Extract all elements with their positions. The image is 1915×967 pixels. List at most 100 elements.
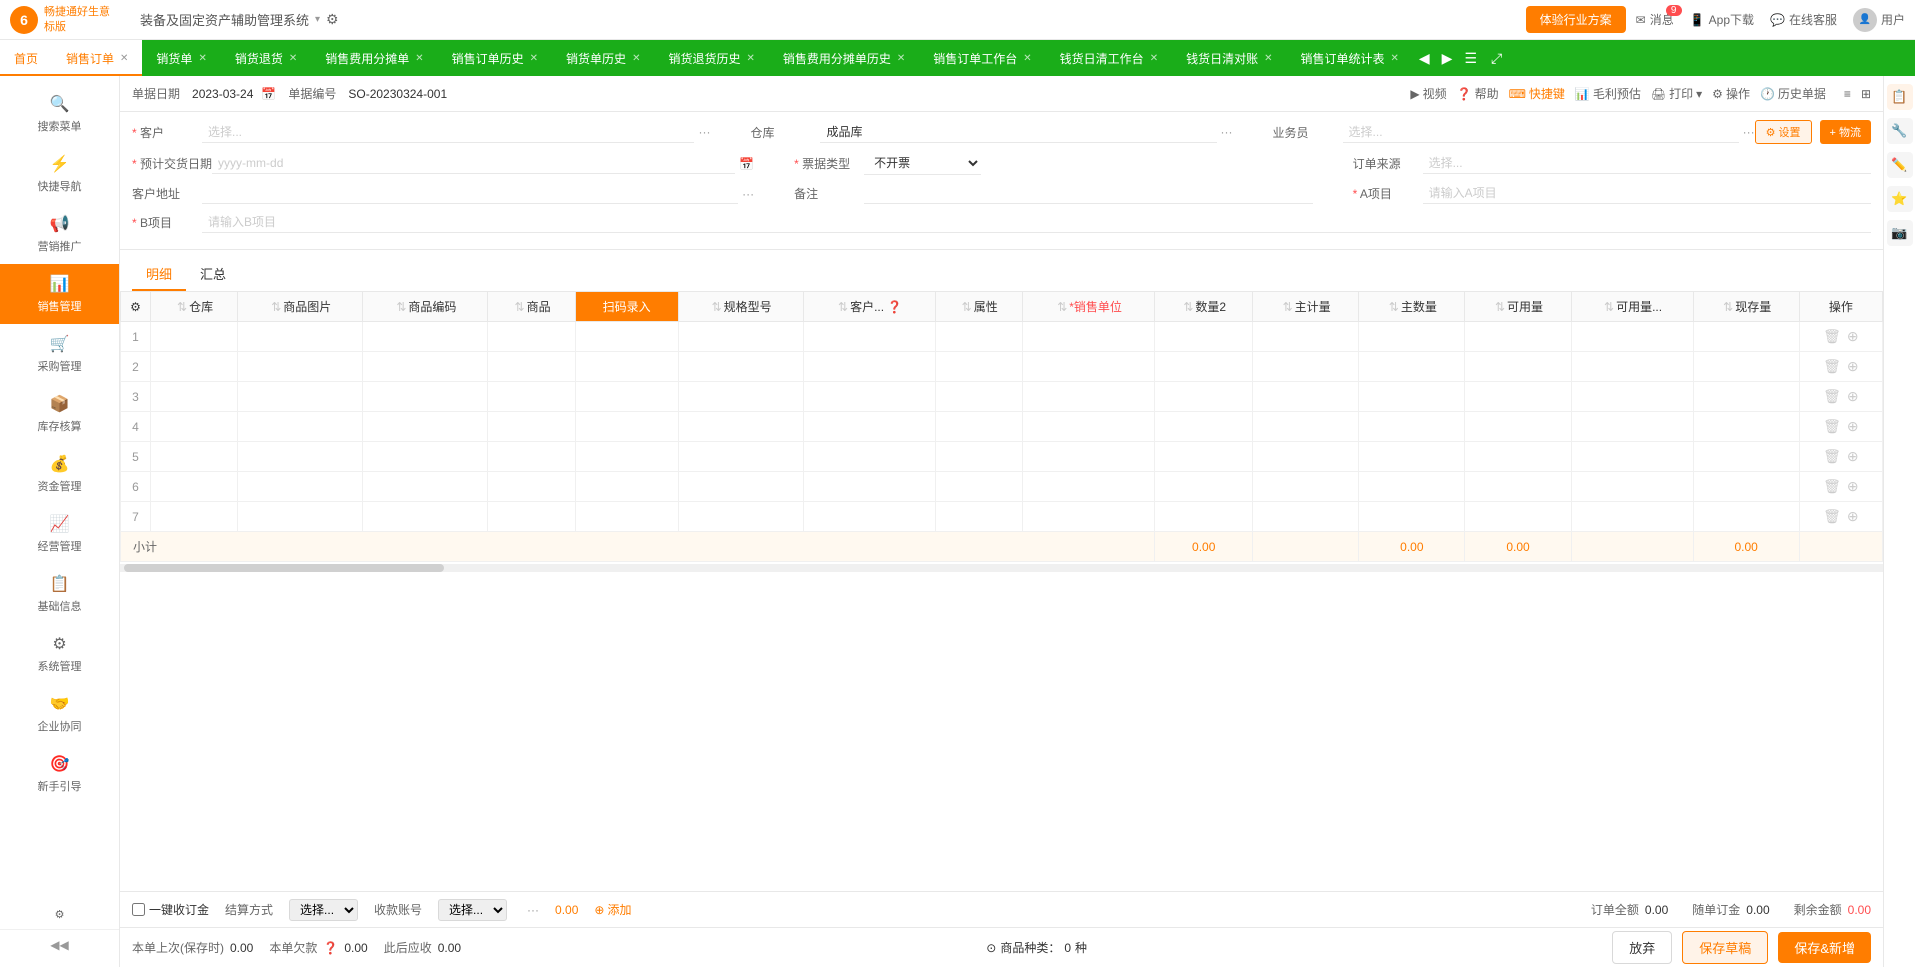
tab-ticket-history[interactable]: 销货单历史 ✕ (552, 40, 654, 76)
tab-prev-button[interactable]: ◀ (1413, 50, 1436, 67)
delete-row-icon[interactable]: 🗑 (1823, 328, 1841, 345)
save-new-button[interactable]: 保存&新增 (1778, 932, 1871, 963)
operation-button[interactable]: ⚙ 操作 (1712, 85, 1750, 102)
tab-close-icon[interactable]: ✕ (746, 53, 754, 64)
tab-close-icon[interactable]: ✕ (1264, 53, 1272, 64)
save-draft-button[interactable]: 保存草稿 (1682, 931, 1768, 964)
copy-row-icon[interactable]: ⊕ (1847, 328, 1859, 345)
settings-btn[interactable]: ⚙ 设置 (1755, 120, 1812, 144)
tab-close-icon[interactable]: ✕ (1023, 53, 1031, 64)
account-expand-icon[interactable]: ··· (527, 903, 539, 917)
tab-daily-reconcile[interactable]: 钱货日清对账 ✕ (1172, 40, 1286, 76)
copy-row-icon[interactable]: ⊕ (1847, 358, 1859, 375)
scrollbar-thumb[interactable] (124, 564, 444, 572)
tab-close-icon[interactable]: ✕ (1150, 53, 1158, 64)
address-input[interactable] (202, 183, 738, 204)
delete-row-icon[interactable]: 🗑 (1823, 508, 1841, 525)
copy-row-icon[interactable]: ⊕ (1847, 448, 1859, 465)
print-button[interactable]: 🖨 打印 ▾ (1651, 85, 1702, 102)
user-button[interactable]: 👤 用户 (1853, 8, 1905, 32)
tab-close-icon[interactable]: ✕ (897, 53, 905, 64)
invoice-select[interactable]: 不开票 增值税普通发票 增值税专用发票 (864, 152, 981, 175)
sidebar-item-marketing[interactable]: 📢 营销推广 (0, 204, 119, 264)
account-select[interactable]: 选择... (438, 899, 507, 921)
order-source-input[interactable] (1423, 153, 1871, 174)
profit-button[interactable]: 📊 毛利预估 (1575, 85, 1641, 102)
tab-return-history[interactable]: 销货退货历史 ✕ (654, 40, 768, 76)
staff-expand-icon[interactable]: ··· (1743, 125, 1755, 139)
warehouse-input[interactable] (820, 122, 1216, 143)
discard-button[interactable]: 放弃 (1612, 931, 1672, 964)
sidebar-item-operation[interactable]: 📈 经营管理 (0, 504, 119, 564)
history-button[interactable]: 🕐 历史单据 (1760, 85, 1826, 102)
sidebar-item-quicknav[interactable]: ⚡ 快捷导航 (0, 144, 119, 204)
b-project-input[interactable] (202, 212, 1871, 233)
tab-close-icon[interactable]: ✕ (198, 53, 206, 64)
right-icon-star[interactable]: ⭐ (1887, 186, 1913, 212)
copy-row-icon[interactable]: ⊕ (1847, 388, 1859, 405)
tab-workbench[interactable]: 销售订单工作台 ✕ (919, 40, 1045, 76)
tab-fullscreen-button[interactable]: ⤢ (1485, 50, 1508, 67)
tab-sales-history[interactable]: 销售订单历史 ✕ (438, 40, 552, 76)
delivery-input[interactable] (212, 153, 735, 174)
sidebar-item-inventory[interactable]: 📦 库存核算 (0, 384, 119, 444)
one-click-checkbox[interactable] (132, 903, 145, 916)
staff-input[interactable] (1343, 122, 1739, 143)
tab-summary[interactable]: 汇总 (186, 258, 240, 291)
tab-detail[interactable]: 明细 (132, 258, 186, 291)
delete-row-icon[interactable]: 🗑 (1823, 478, 1841, 495)
add-items-btn[interactable]: + 物流 (1820, 120, 1871, 144)
delivery-calendar-icon[interactable]: 📅 (739, 157, 754, 171)
warehouse-expand-icon[interactable]: ··· (1221, 125, 1233, 139)
calendar-icon[interactable]: 📅 (261, 87, 276, 101)
sidebar-item-guide[interactable]: 🎯 新手引导 (0, 744, 119, 804)
view-video-button[interactable]: ▶ 视频 (1410, 85, 1446, 102)
online-service-button[interactable]: 💬 在线客服 (1770, 11, 1837, 28)
delete-row-icon[interactable]: 🗑 (1823, 448, 1841, 465)
right-icon-doc[interactable]: 📋 (1887, 84, 1913, 110)
tab-home[interactable]: 首页 (0, 40, 52, 76)
tab-daily-workbench[interactable]: 钱货日清工作台 ✕ (1046, 40, 1172, 76)
right-icon-edit[interactable]: ✏️ (1887, 152, 1913, 178)
tab-sales-return[interactable]: 销货退货 ✕ (221, 40, 311, 76)
add-payment-button[interactable]: ⊕ 添加 (594, 901, 631, 918)
settings-icon[interactable]: ⚙ (326, 11, 339, 28)
sidebar-item-sales[interactable]: 📊 销售管理 (0, 264, 119, 324)
tab-close-icon[interactable]: ✕ (530, 53, 538, 64)
copy-row-icon[interactable]: ⊕ (1847, 508, 1859, 525)
address-expand-icon[interactable]: ··· (742, 187, 754, 201)
help-button[interactable]: ❓ 帮助 (1457, 85, 1499, 102)
sidebar-item-system[interactable]: ⚙ 系统管理 (0, 624, 119, 684)
payment-select[interactable]: 选择... (289, 899, 358, 921)
delete-row-icon[interactable]: 🗑 (1823, 388, 1841, 405)
copy-row-icon[interactable]: ⊕ (1847, 418, 1859, 435)
tab-close-icon[interactable]: ✕ (120, 53, 128, 64)
industry-button[interactable]: 体验行业方案 (1526, 6, 1626, 33)
tab-sales-report[interactable]: 销售订单统计表 ✕ (1286, 40, 1412, 76)
horizontal-scrollbar[interactable] (120, 564, 1883, 572)
delete-row-icon[interactable]: 🗑 (1823, 358, 1841, 375)
grid-view-button[interactable]: ⊞ (1861, 87, 1871, 101)
sidebar-item-finance[interactable]: 💰 资金管理 (0, 444, 119, 504)
col-settings[interactable]: ⚙ (121, 292, 151, 322)
tab-fee-history[interactable]: 销售费用分摊单历史 ✕ (769, 40, 919, 76)
tab-sales-fee[interactable]: 销售费用分摊单 ✕ (311, 40, 437, 76)
sidebar-item-search[interactable]: 🔍 搜索菜单 (0, 84, 119, 144)
col-scan[interactable]: 扫码录入 (575, 292, 678, 322)
note-input[interactable] (864, 183, 1312, 204)
tab-menu-button[interactable]: ☰ (1458, 50, 1483, 67)
tab-close-icon[interactable]: ✕ (289, 53, 297, 64)
tab-next-button[interactable]: ▶ (1436, 50, 1459, 67)
sidebar-item-basic[interactable]: 📋 基础信息 (0, 564, 119, 624)
tab-close-icon[interactable]: ✕ (632, 53, 640, 64)
tab-sales-ticket[interactable]: 销货单 ✕ (142, 40, 220, 76)
print-dropdown-icon[interactable]: ▾ (1696, 87, 1702, 101)
customer-input[interactable] (202, 122, 694, 143)
customer-expand-icon[interactable]: ··· (698, 125, 710, 139)
tab-close-icon[interactable]: ✕ (415, 53, 423, 64)
delete-row-icon[interactable]: 🗑 (1823, 418, 1841, 435)
app-download-button[interactable]: 📱 App下载 (1690, 11, 1754, 28)
tab-close-icon[interactable]: ✕ (1391, 53, 1399, 64)
tab-sales-order[interactable]: 销售订单 ✕ (52, 40, 142, 76)
sidebar-settings-button[interactable]: ⚙ (0, 900, 119, 929)
